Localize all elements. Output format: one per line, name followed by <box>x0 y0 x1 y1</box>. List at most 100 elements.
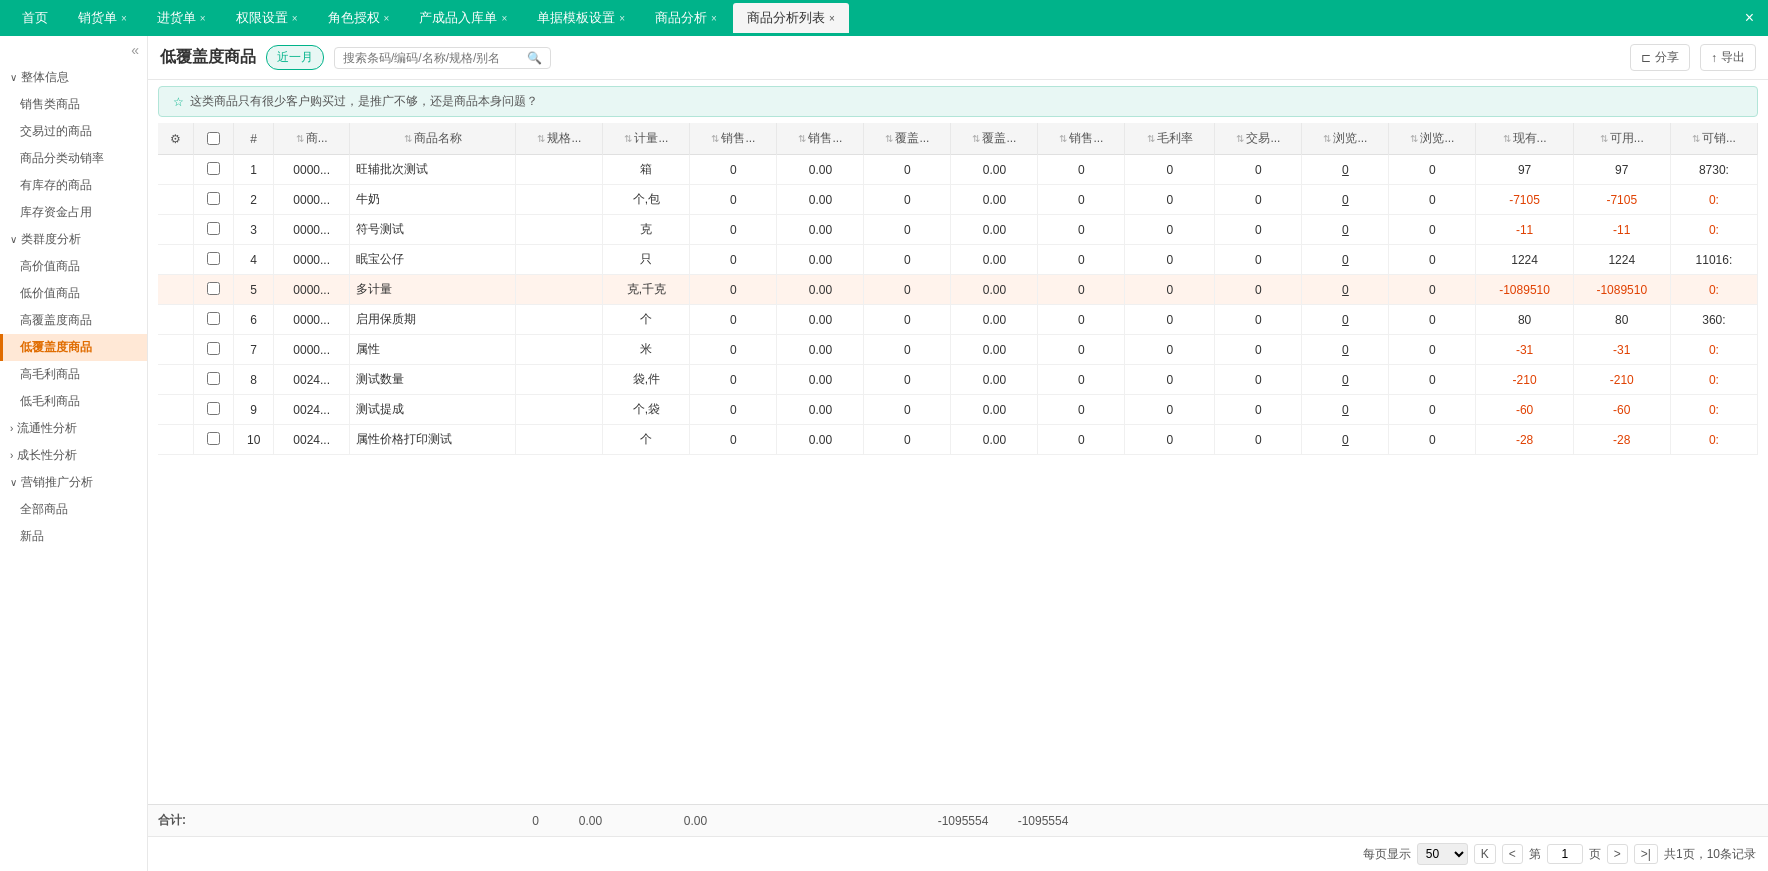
export-button[interactable]: ↑ 导出 <box>1700 44 1756 71</box>
col-sellable[interactable]: ⇅可销... <box>1670 123 1757 155</box>
close-icon[interactable]: × <box>384 13 390 24</box>
filter-recent-month-button[interactable]: 近一月 <box>266 45 324 70</box>
browse-link[interactable]: 0 <box>1342 163 1349 177</box>
sidebar-item-new-products[interactable]: 新品 <box>0 523 147 550</box>
browse-link[interactable]: 0 <box>1342 343 1349 357</box>
close-icon[interactable]: × <box>619 13 625 24</box>
sidebar-section-overall[interactable]: ∨ 整体信息 <box>0 64 147 91</box>
col-unit[interactable]: ⇅计量... <box>603 123 690 155</box>
close-icon[interactable]: × <box>829 13 835 24</box>
nav-tab-role[interactable]: 角色授权 × <box>314 3 404 33</box>
page-size-select[interactable]: 50 100 200 <box>1417 843 1468 865</box>
sidebar-item-high-coverage[interactable]: 高覆盖度商品 <box>0 307 147 334</box>
col-margin[interactable]: ⇅毛利率 <box>1125 123 1215 155</box>
browse-link[interactable]: 0 <box>1342 253 1349 267</box>
top-navigation: 首页 销货单 × 进货单 × 权限设置 × 角色授权 × 产成品入库单 × 单据… <box>0 0 1768 36</box>
col-sales-qty[interactable]: ⇅销售... <box>690 123 777 155</box>
sidebar-item-all-products[interactable]: 全部商品 <box>0 496 147 523</box>
sidebar-item-low-margin[interactable]: 低毛利商品 <box>0 388 147 415</box>
search-icon[interactable]: 🔍 <box>527 51 542 65</box>
sidebar-collapse-button[interactable]: « <box>0 36 147 64</box>
browse-link[interactable]: 0 <box>1342 223 1349 237</box>
col-name[interactable]: ⇅商品名称 <box>350 123 516 155</box>
browse-link[interactable]: 0 <box>1342 403 1349 417</box>
row-checkbox[interactable] <box>207 372 220 385</box>
col-spec[interactable]: ⇅规格... <box>516 123 603 155</box>
sidebar-item-high-margin[interactable]: 高毛利商品 <box>0 361 147 388</box>
table-cell <box>516 395 603 425</box>
sidebar-item-stock-capital[interactable]: 库存资金占用 <box>0 199 147 226</box>
table-cell: 0024... <box>274 425 350 455</box>
table-cell <box>194 365 234 395</box>
browse-link[interactable]: 0 <box>1342 373 1349 387</box>
sidebar-section-growth[interactable]: › 成长性分析 <box>0 442 147 469</box>
close-icon[interactable]: × <box>292 13 298 24</box>
sidebar-item-traded-products[interactable]: 交易过的商品 <box>0 118 147 145</box>
nav-tab-permission[interactable]: 权限设置 × <box>222 3 312 33</box>
col-available[interactable]: ⇅可用... <box>1573 123 1670 155</box>
col-settings[interactable]: ⚙ <box>158 123 194 155</box>
browse-link[interactable]: 0 <box>1342 313 1349 327</box>
nav-tab-purchase[interactable]: 进货单 × <box>143 3 220 33</box>
table-cell: 启用保质期 <box>350 305 516 335</box>
col-sales-amt[interactable]: ⇅销售... <box>777 123 864 155</box>
close-icon[interactable]: × <box>711 13 717 24</box>
sidebar-item-sales-products[interactable]: 销售类商品 <box>0 91 147 118</box>
prev-page-button[interactable]: < <box>1502 844 1523 864</box>
select-all-checkbox[interactable] <box>207 132 220 145</box>
sidebar-section-cluster[interactable]: ∨ 类群度分析 <box>0 226 147 253</box>
nav-tab-product-inbound[interactable]: 产成品入库单 × <box>405 3 521 33</box>
first-page-button[interactable]: K <box>1474 844 1496 864</box>
close-icon[interactable]: × <box>200 13 206 24</box>
table-cell: 0 <box>1125 305 1215 335</box>
sidebar-item-high-value[interactable]: 高价值商品 <box>0 253 147 280</box>
browse-link[interactable]: 0 <box>1342 193 1349 207</box>
table-cell: 0 <box>690 305 777 335</box>
col-coverage2[interactable]: ⇅覆盖... <box>951 123 1038 155</box>
table-cell: -11 <box>1573 215 1670 245</box>
nav-tab-template[interactable]: 单据模板设置 × <box>523 3 639 33</box>
col-sales-count[interactable]: ⇅销售... <box>1038 123 1125 155</box>
close-icon[interactable]: × <box>501 13 507 24</box>
nav-tab-product-analysis-list[interactable]: 商品分析列表 × <box>733 3 849 33</box>
row-checkbox[interactable] <box>207 282 220 295</box>
sidebar-item-low-value[interactable]: 低价值商品 <box>0 280 147 307</box>
sidebar-item-category-rate[interactable]: 商品分类动销率 <box>0 145 147 172</box>
table-cell: 0 <box>1389 395 1476 425</box>
row-checkbox[interactable] <box>207 432 220 445</box>
sidebar-item-low-coverage[interactable]: 低覆盖度商品 <box>0 334 147 361</box>
last-page-button[interactable]: >| <box>1634 844 1658 864</box>
col-transaction[interactable]: ⇅交易... <box>1215 123 1302 155</box>
close-icon[interactable]: × <box>121 13 127 24</box>
row-checkbox[interactable] <box>207 312 220 325</box>
next-page-button[interactable]: > <box>1607 844 1628 864</box>
search-input[interactable] <box>343 51 523 65</box>
row-checkbox[interactable] <box>207 402 220 415</box>
row-checkbox[interactable] <box>207 222 220 235</box>
table-cell: 0 <box>1215 395 1302 425</box>
row-checkbox[interactable] <box>207 162 220 175</box>
nav-tab-product-analysis[interactable]: 商品分析 × <box>641 3 731 33</box>
nav-tab-home[interactable]: 首页 <box>8 3 62 33</box>
col-coverage1[interactable]: ⇅覆盖... <box>864 123 951 155</box>
sidebar-section-marketing[interactable]: ∨ 营销推广分析 <box>0 469 147 496</box>
table-cell: 0 <box>1038 395 1125 425</box>
col-checkbox[interactable] <box>194 123 234 155</box>
browse-link[interactable]: 0 <box>1342 283 1349 297</box>
share-button[interactable]: ⊏ 分享 <box>1630 44 1690 71</box>
footer-cells: 0 0.00 0.00 -1095554 -1095554 <box>238 814 1758 828</box>
col-current-stock[interactable]: ⇅现有... <box>1476 123 1573 155</box>
table-cell: 0 <box>1302 395 1389 425</box>
col-code[interactable]: ⇅商... <box>274 123 350 155</box>
current-page-input[interactable] <box>1547 844 1583 864</box>
nav-tab-sales[interactable]: 销货单 × <box>64 3 141 33</box>
sidebar-item-stocked-products[interactable]: 有库存的商品 <box>0 172 147 199</box>
window-close-button[interactable]: × <box>1739 7 1760 29</box>
sidebar-section-circulation[interactable]: › 流通性分析 <box>0 415 147 442</box>
col-browse2[interactable]: ⇅浏览... <box>1389 123 1476 155</box>
row-checkbox[interactable] <box>207 342 220 355</box>
col-browse1[interactable]: ⇅浏览... <box>1302 123 1389 155</box>
browse-link[interactable]: 0 <box>1342 433 1349 447</box>
row-checkbox[interactable] <box>207 192 220 205</box>
row-checkbox[interactable] <box>207 252 220 265</box>
